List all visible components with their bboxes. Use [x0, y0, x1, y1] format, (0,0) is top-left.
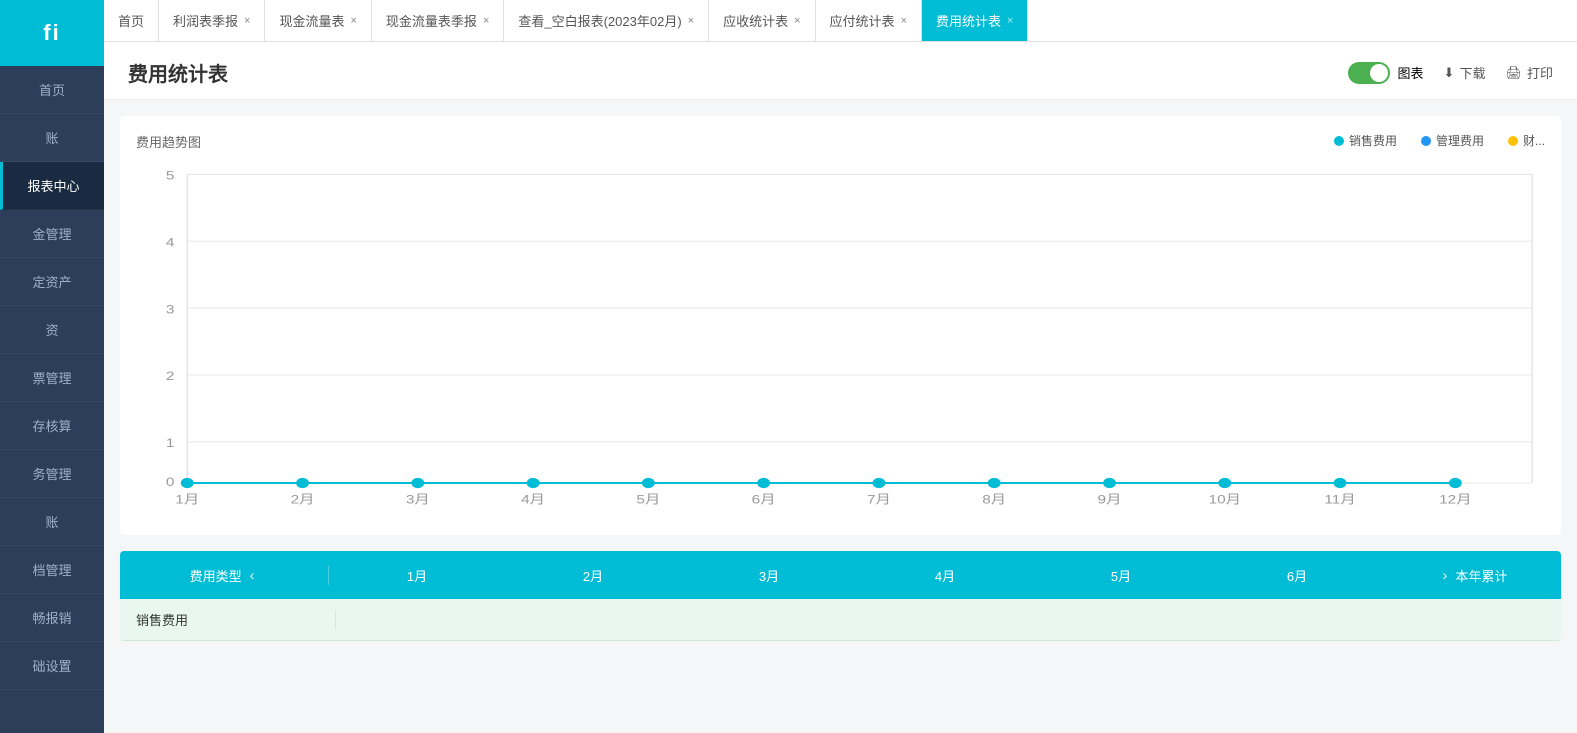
chart-toggle[interactable]	[1348, 62, 1390, 84]
svg-text:10月: 10月	[1209, 492, 1241, 506]
chart-dot	[296, 478, 309, 488]
chart-legend: 销售费用 管理费用 财...	[1334, 132, 1545, 149]
chart-dot	[1449, 478, 1462, 488]
main-area: 首页 利润表季报 × 现金流量表 × 现金流量表季报 × 查看_空白报表(202…	[104, 0, 1577, 733]
sidebar-logo: fi	[0, 0, 104, 66]
svg-text:3: 3	[166, 302, 175, 316]
download-icon: ⬇	[1444, 65, 1455, 81]
svg-text:5: 5	[166, 168, 175, 182]
chart-dot	[988, 478, 1001, 488]
toggle-label: 图表	[1398, 63, 1424, 82]
print-button[interactable]: 🖨 打印	[1505, 63, 1553, 82]
legend-finance: 财...	[1508, 132, 1545, 149]
legend-dot-admin	[1421, 136, 1431, 146]
sidebar-item-tickets[interactable]: 票管理	[0, 354, 104, 402]
svg-text:1月: 1月	[175, 492, 199, 506]
sidebar-item-service[interactable]: 务管理	[0, 450, 104, 498]
chart-dot	[527, 478, 540, 488]
legend-dot-finance	[1508, 136, 1518, 146]
sidebar-item-home[interactable]: 首页	[0, 66, 104, 114]
table-header-row: 费用类型 ‹ 1月 2月 3月 4月 5月	[120, 551, 1561, 599]
svg-text:6月: 6月	[752, 492, 776, 506]
close-icon[interactable]: ×	[794, 15, 800, 27]
svg-text:4月: 4月	[521, 492, 545, 506]
tab-cashflow-quarterly[interactable]: 现金流量表季报 ×	[372, 0, 504, 42]
content-area: 费用统计表 图表 ⬇ 下载 🖨 打印 费用趋势图	[104, 42, 1577, 733]
sidebar-item-cash[interactable]: 金管理	[0, 210, 104, 258]
tab-expense-stats[interactable]: 费用统计表 ×	[922, 0, 1028, 42]
table-row: 销售费用	[120, 599, 1561, 641]
tab-payable[interactable]: 应付统计表 ×	[816, 0, 922, 42]
th-jan: 1月	[329, 566, 505, 585]
chart-dot	[1103, 478, 1116, 488]
close-icon[interactable]: ×	[1007, 15, 1013, 27]
chart-dot	[873, 478, 886, 488]
svg-text:11月: 11月	[1324, 492, 1355, 506]
chart-dot	[181, 478, 194, 488]
sidebar-item-expense[interactable]: 畅报销	[0, 594, 104, 642]
svg-text:5月: 5月	[636, 492, 660, 506]
sidebar-item-assets[interactable]: 定资产	[0, 258, 104, 306]
table-nav-right[interactable]: ›	[1439, 567, 1452, 583]
sidebar-item-capital[interactable]: 资	[0, 306, 104, 354]
svg-text:3月: 3月	[406, 492, 430, 506]
sidebar-item-ledger[interactable]: 账	[0, 498, 104, 546]
chart-dot	[411, 478, 424, 488]
tab-blank-report[interactable]: 查看_空白报表(2023年02月) ×	[504, 0, 709, 42]
th-mar: 3月	[681, 566, 857, 585]
chart-dot	[1334, 478, 1347, 488]
download-button[interactable]: ⬇ 下载	[1444, 63, 1486, 82]
table-nav-left[interactable]: ‹	[246, 567, 259, 583]
svg-text:9月: 9月	[1098, 492, 1122, 506]
sidebar-item-settings[interactable]: 础设置	[0, 642, 104, 690]
chart-dot	[1218, 478, 1231, 488]
chart-title: 费用趋势图	[136, 132, 201, 151]
sidebar-item-inventory[interactable]: 存核算	[0, 402, 104, 450]
sidebar: fi 首页 账 报表中心 金管理 定资产 资 票管理 存核算 务管理 账 档管理…	[0, 0, 104, 733]
td-expense-type: 销售费用	[120, 610, 336, 629]
svg-text:2: 2	[166, 369, 175, 383]
svg-text:7月: 7月	[867, 492, 891, 506]
chart-section: 费用趋势图 销售费用 管理费用 财...	[120, 116, 1561, 535]
chart-area: 5 4 3 2 1 0	[136, 159, 1545, 519]
tab-bar: 首页 利润表季报 × 现金流量表 × 现金流量表季报 × 查看_空白报表(202…	[104, 0, 1577, 42]
tab-cashflow[interactable]: 现金流量表 ×	[265, 0, 371, 42]
tab-receivable[interactable]: 应收统计表 ×	[709, 0, 815, 42]
svg-text:8月: 8月	[982, 492, 1006, 506]
th-expense-type: 费用类型 ‹	[120, 566, 329, 585]
th-feb: 2月	[505, 566, 681, 585]
svg-text:2月: 2月	[291, 492, 315, 506]
close-icon[interactable]: ×	[350, 15, 356, 27]
sidebar-item-account[interactable]: 账	[0, 114, 104, 162]
header-actions: 图表 ⬇ 下载 🖨 打印	[1348, 62, 1553, 84]
sidebar-item-archive[interactable]: 档管理	[0, 546, 104, 594]
svg-text:1: 1	[166, 435, 175, 449]
svg-text:12月: 12月	[1439, 492, 1471, 506]
th-apr: 4月	[857, 566, 1033, 585]
close-icon[interactable]: ×	[244, 15, 250, 27]
legend-admin: 管理费用	[1421, 132, 1484, 149]
svg-text:4: 4	[166, 235, 175, 249]
close-icon[interactable]: ×	[901, 15, 907, 27]
close-icon[interactable]: ×	[688, 15, 694, 27]
sidebar-item-reports[interactable]: 报表中心	[0, 162, 104, 210]
close-icon[interactable]: ×	[483, 15, 489, 27]
chart-dot	[642, 478, 655, 488]
table-section: 费用类型 ‹ 1月 2月 3月 4月 5月	[120, 551, 1561, 641]
th-may: 5月	[1033, 566, 1209, 585]
th-ytd: › 本年累计	[1385, 566, 1561, 585]
chart-svg: 5 4 3 2 1 0	[136, 159, 1545, 519]
chart-dot	[757, 478, 770, 488]
page-header: 费用统计表 图表 ⬇ 下载 🖨 打印	[104, 42, 1577, 100]
chart-toggle-wrap: 图表	[1348, 62, 1424, 84]
page-title: 费用统计表	[128, 58, 228, 87]
print-icon: 🖨	[1505, 65, 1522, 81]
svg-text:0: 0	[166, 475, 175, 489]
th-jun: 6月	[1209, 566, 1385, 585]
legend-dot-sales	[1334, 136, 1344, 146]
legend-sales: 销售费用	[1334, 132, 1397, 149]
tab-profit-quarterly[interactable]: 利润表季报 ×	[159, 0, 265, 42]
tab-home[interactable]: 首页	[104, 0, 159, 42]
